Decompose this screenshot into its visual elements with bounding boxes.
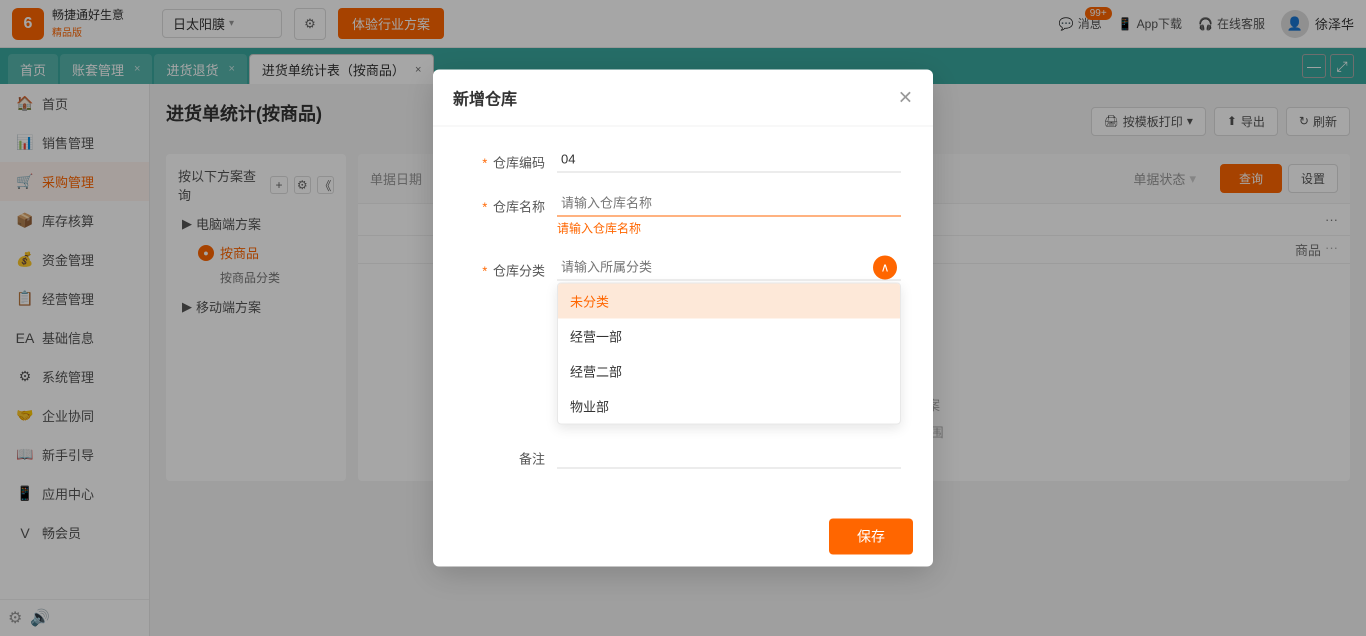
add-warehouse-dialog: 新增仓库 ✕ * 仓库编码 * 仓库名称 请输入仓库名称: [433, 70, 933, 567]
code-label: * 仓库编码: [465, 147, 545, 172]
category-field-row: * 仓库分类 ∧ 未分类经营一部经营二部物业部: [465, 255, 901, 425]
dialog-header: 新增仓库 ✕: [433, 70, 933, 127]
category-input-wrap: ∧: [557, 255, 901, 281]
save-btn[interactable]: 保存: [829, 519, 913, 555]
dropdown-item-0[interactable]: 未分类: [558, 284, 900, 319]
note-field-control: [557, 443, 901, 469]
dialog-footer: 保存: [433, 507, 933, 567]
category-label: * 仓库分类: [465, 255, 545, 280]
dropdown-item-3[interactable]: 物业部: [558, 389, 900, 424]
warehouse-note-input[interactable]: [557, 443, 901, 469]
category-field-control: ∧ 未分类经营一部经营二部物业部: [557, 255, 901, 425]
dialog-close-btn[interactable]: ✕: [898, 89, 913, 107]
code-field-row: * 仓库编码: [465, 147, 901, 173]
name-error-tip: 请输入仓库名称: [557, 220, 901, 237]
category-toggle-btn[interactable]: ∧: [873, 256, 897, 280]
note-label: 备注: [465, 443, 545, 468]
name-label: * 仓库名称: [465, 191, 545, 216]
category-dropdown: 未分类经营一部经营二部物业部: [557, 283, 901, 425]
warehouse-category-input[interactable]: [557, 255, 901, 281]
dialog-body: * 仓库编码 * 仓库名称 请输入仓库名称 * 仓库分类: [433, 127, 933, 507]
dialog-title: 新增仓库: [453, 86, 517, 110]
name-field-control: 请输入仓库名称: [557, 191, 901, 237]
name-field-row: * 仓库名称 请输入仓库名称: [465, 191, 901, 237]
dropdown-item-2[interactable]: 经营二部: [558, 354, 900, 389]
note-field-row: 备注: [465, 443, 901, 469]
code-field-control: [557, 147, 901, 173]
warehouse-name-input[interactable]: [557, 191, 901, 217]
warehouse-code-input[interactable]: [557, 147, 901, 173]
dropdown-item-1[interactable]: 经营一部: [558, 319, 900, 354]
